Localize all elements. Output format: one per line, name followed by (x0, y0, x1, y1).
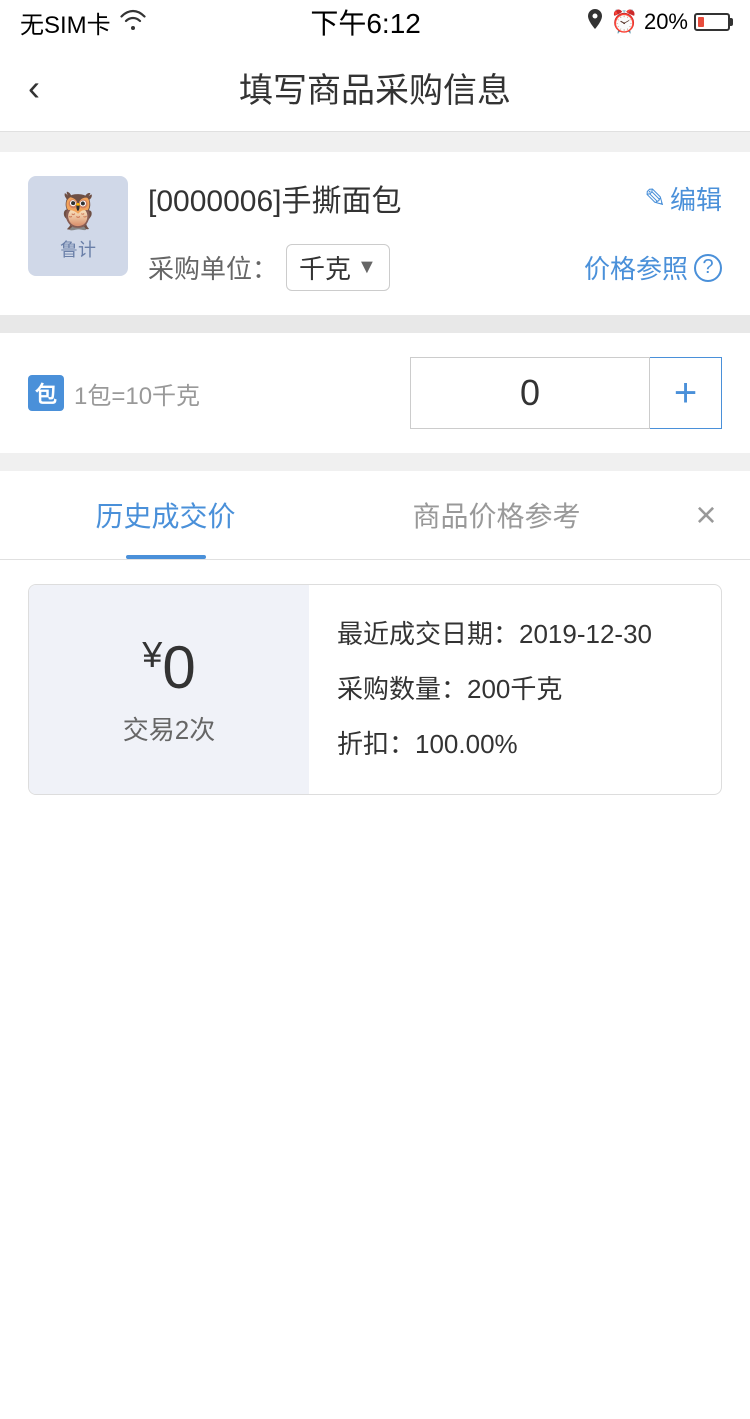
tab-price-reference[interactable]: 商品价格参考 (331, 471, 662, 559)
price-card-left: ¥0 交易2次 (29, 585, 309, 794)
quantity-right: 0 + (410, 357, 722, 429)
section-divider (0, 315, 750, 333)
product-info: [0000006]手撕面包 ✎ 编辑 采购单位： 千克 ▼ 价格参照 ? (148, 176, 722, 291)
product-title: 手撕面包 (281, 185, 401, 218)
tab-active-indicator (126, 555, 206, 559)
recent-date-label: 最近成交日期： (337, 619, 519, 649)
purchase-qty-value: 200千克 (467, 674, 562, 704)
bottom-area (0, 819, 750, 1419)
purchase-qty-row: 采购数量：200千克 (337, 670, 693, 709)
unit-value: 千克 (299, 249, 351, 286)
unit-selector-group: 采购单位： 千克 ▼ (148, 244, 390, 291)
quantity-left: 包 1包=10千克 (28, 375, 200, 411)
status-time: 下午6:12 (310, 2, 421, 42)
price-ref-button[interactable]: 价格参照 ? (584, 249, 722, 286)
tab-price-reference-label: 商品价格参考 (412, 495, 580, 535)
price-ref-circle-icon: ? (694, 254, 722, 282)
edit-label: 编辑 (670, 180, 722, 217)
unit-badge: 包 (28, 375, 64, 411)
wifi-icon (119, 8, 147, 37)
product-thumbnail: 🦉 鲁计 (28, 176, 128, 276)
tabs-container: 历史成交价 商品价格参考 × (0, 471, 750, 560)
conversion-label: 1包=10千克 (74, 376, 200, 411)
product-top-row: [0000006]手撕面包 ✎ 编辑 (148, 176, 722, 220)
edit-icon: ✎ (644, 183, 666, 214)
status-right: ⏰ 20% (585, 8, 730, 36)
discount-value: 100.00% (415, 729, 518, 759)
quantity-input[interactable]: 0 (410, 357, 650, 429)
battery-percent: 20% (644, 9, 688, 35)
status-left: 无SIM卡 (20, 5, 147, 40)
purchase-qty-label: 采购数量： (337, 674, 467, 704)
no-sim-label: 无SIM卡 (20, 5, 111, 40)
unit-label: 采购单位： (148, 249, 278, 286)
price-value: 0 (162, 634, 195, 701)
currency-symbol: ¥ (142, 634, 162, 675)
product-id: [0000006] (148, 185, 281, 218)
discount-label: 折扣： (337, 729, 415, 759)
price-card-right: 最近成交日期：2019-12-30 采购数量：200千克 折扣：100.00% (309, 585, 721, 794)
recent-date-value: 2019-12-30 (519, 619, 652, 649)
tab-close-button[interactable]: × (662, 471, 750, 559)
trade-count: 交易2次 (123, 710, 215, 747)
tabs-row: 历史成交价 商品价格参考 × (0, 471, 750, 559)
product-name: [0000006]手撕面包 (148, 176, 401, 220)
back-button[interactable]: ‹ (28, 67, 40, 109)
thumb-owl: 🦉 (56, 190, 101, 232)
price-ref-label: 价格参照 (584, 249, 688, 286)
product-unit-row: 采购单位： 千克 ▼ 价格参照 ? (148, 244, 722, 291)
alarm-icon: ⏰ (611, 9, 638, 35)
tab-history-price-label: 历史成交价 (95, 495, 235, 535)
dropdown-arrow-icon: ▼ (357, 256, 377, 279)
price-card: ¥0 交易2次 最近成交日期：2019-12-30 采购数量：200千克 折扣：… (28, 584, 722, 795)
status-bar: 无SIM卡 下午6:12 ⏰ 20% (0, 0, 750, 44)
quantity-plus-button[interactable]: + (650, 357, 722, 429)
product-card: 🦉 鲁计 [0000006]手撕面包 ✎ 编辑 采购单位： 千克 ▼ 价格参照 (0, 152, 750, 315)
battery-icon (694, 13, 730, 31)
thumb-text: 鲁计 (60, 236, 96, 262)
recent-date-row: 最近成交日期：2019-12-30 (337, 615, 693, 654)
unit-select-dropdown[interactable]: 千克 ▼ (286, 244, 390, 291)
page-title: 填写商品采购信息 (239, 63, 511, 112)
quantity-row: 包 1包=10千克 0 + (0, 333, 750, 453)
tab-history-price[interactable]: 历史成交价 (0, 471, 331, 559)
nav-bar: ‹ 填写商品采购信息 (0, 44, 750, 132)
discount-row: 折扣：100.00% (337, 725, 693, 764)
location-icon (585, 8, 605, 36)
price-amount: ¥0 (142, 633, 195, 702)
edit-button[interactable]: ✎ 编辑 (644, 180, 722, 217)
history-price-content: ¥0 交易2次 最近成交日期：2019-12-30 采购数量：200千克 折扣：… (0, 560, 750, 819)
